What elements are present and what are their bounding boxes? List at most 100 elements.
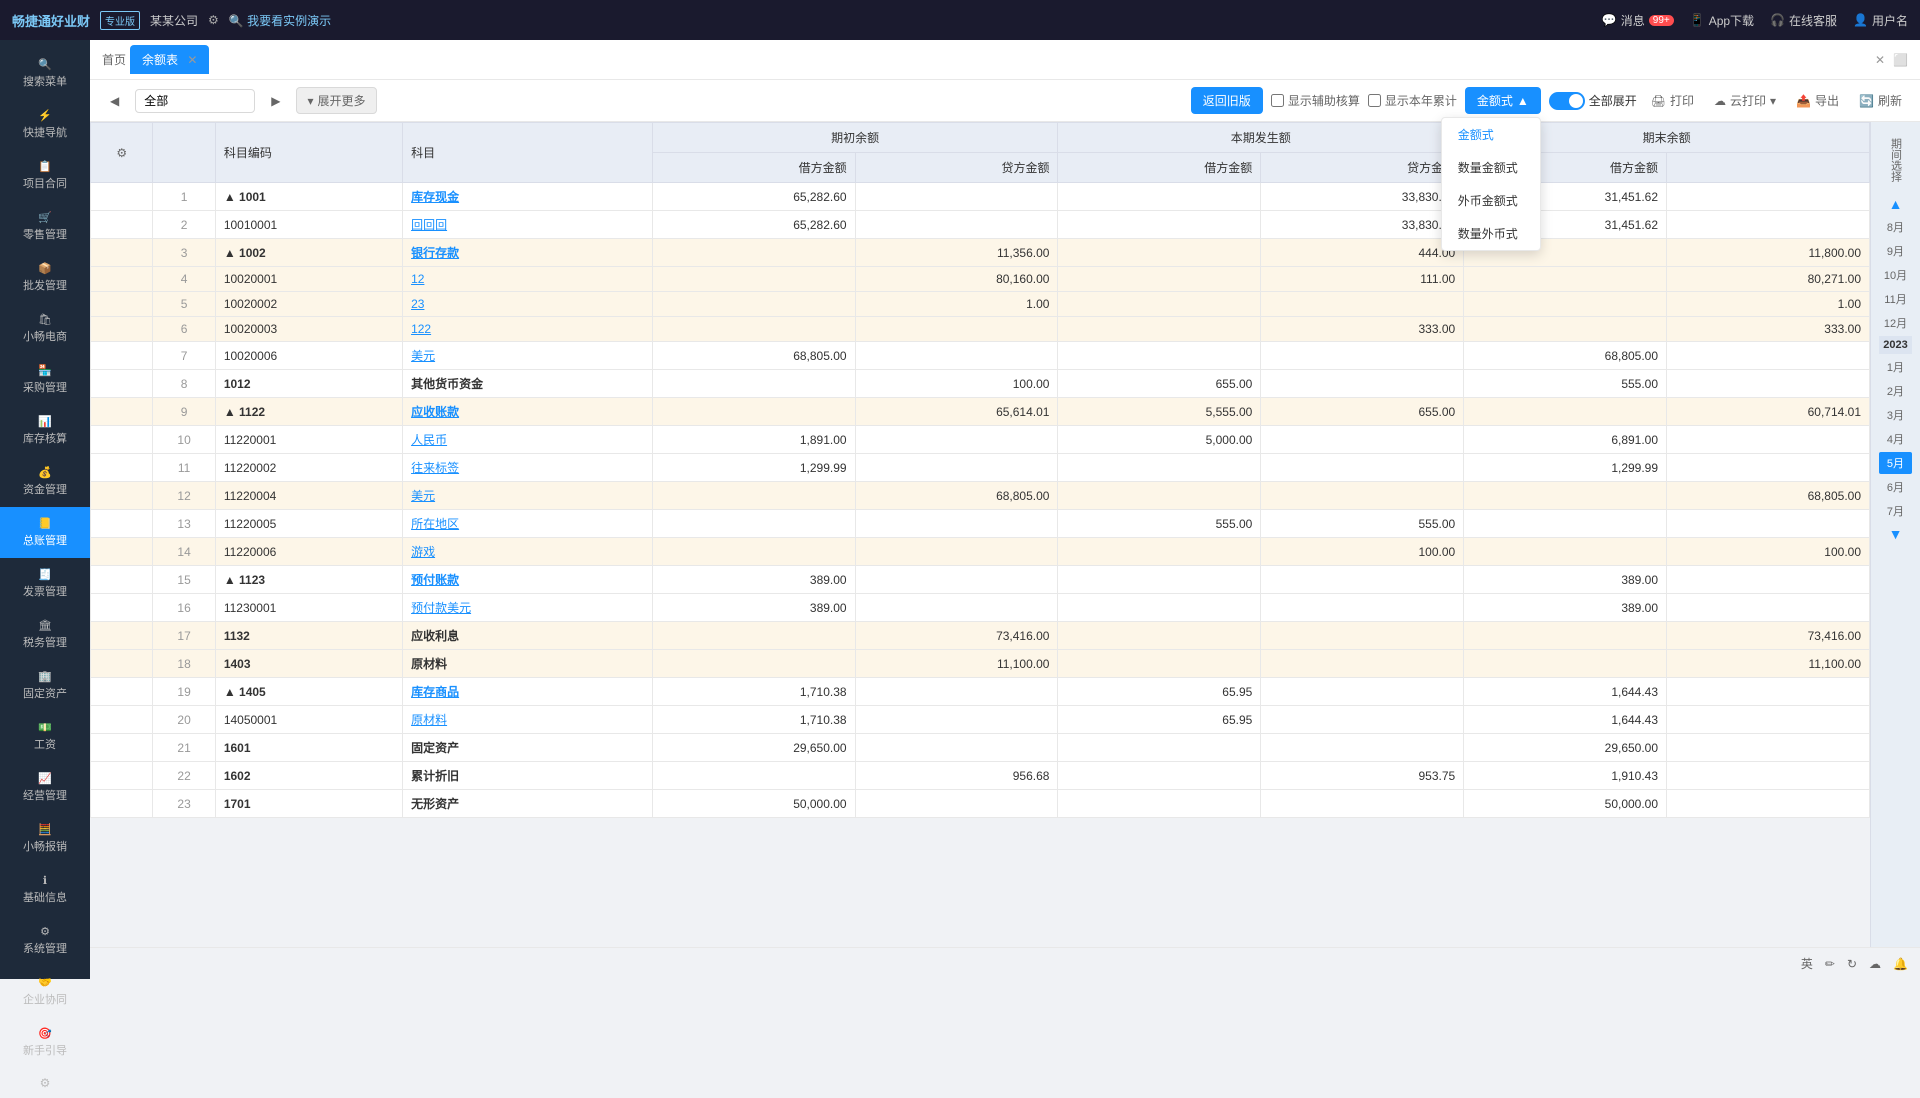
table-settings-icon[interactable]: ⚙ <box>116 146 127 160</box>
row-num-cell: 17 <box>153 622 215 650</box>
user-avatar[interactable]: 👤 用户名 <box>1853 12 1908 29</box>
sidebar-item-mgmt[interactable]: 📈 经营管理 <box>0 762 90 813</box>
sidebar-item-quicknav[interactable]: ⚡ 快捷导航 <box>0 99 90 150</box>
month-2[interactable]: 2月 <box>1879 380 1911 402</box>
row-open-debit <box>652 267 855 292</box>
sidebar-item-expense[interactable]: 🧮 小畅报销 <box>0 813 90 864</box>
nav-prev-btn[interactable]: ◀ <box>102 90 127 112</box>
sidebar-item-tax[interactable]: 🏛 税务管理 <box>0 609 90 660</box>
search-input[interactable] <box>135 89 255 113</box>
month-5[interactable]: 5月 <box>1879 452 1911 474</box>
row-name-cell[interactable]: 库存商品 <box>403 678 653 706</box>
row-open-credit: 1.00 <box>855 292 1058 317</box>
tab-home[interactable]: 首页 <box>102 51 126 68</box>
sidebar-item-finance[interactable]: 💰 资金管理 <box>0 456 90 507</box>
sidebar-item-retail[interactable]: 🛒 零售管理 <box>0 201 90 252</box>
mode-option-amount[interactable]: 金额式 <box>1442 118 1540 151</box>
demo-link[interactable]: 🔍 我要看实例演示 <box>229 12 331 29</box>
sidebar-item-collab[interactable]: 🤝 企业协同 <box>0 966 90 1017</box>
basic-icon: ℹ <box>43 874 47 887</box>
mode-option-qty-foreign[interactable]: 数量外币式 <box>1442 217 1540 250</box>
expand-all-toggle[interactable]: 全部展开 <box>1549 92 1637 110</box>
sidebar-item-payroll[interactable]: 💵 工资 <box>0 711 90 762</box>
month-3[interactable]: 3月 <box>1879 404 1911 426</box>
row-settings-cell <box>91 510 153 538</box>
export-btn[interactable]: 📤 导出 <box>1790 88 1845 113</box>
nav-next-btn[interactable]: ▶ <box>263 90 288 112</box>
row-name-cell: 原材料 <box>403 706 653 734</box>
row-end-credit <box>1667 594 1870 622</box>
sidebar-item-invoice[interactable]: 🧾 发票管理 <box>0 558 90 609</box>
back-old-btn[interactable]: 返回旧版 <box>1191 87 1263 114</box>
row-name-cell[interactable]: 预付账款 <box>403 566 653 594</box>
sidebar-item-project[interactable]: 📋 项目合同 <box>0 150 90 201</box>
row-cur-credit: 555.00 <box>1261 510 1464 538</box>
show-auxiliary-checkbox[interactable]: 显示辅助核算 <box>1271 92 1360 109</box>
row-cur-debit <box>1058 790 1261 818</box>
sidebar-item-system[interactable]: ⚙ 系统管理 <box>0 915 90 966</box>
tab-balance[interactable]: 余额表 ✕ <box>130 45 209 74</box>
row-open-credit: 80,160.00 <box>855 267 1058 292</box>
edit-icon-btn[interactable]: ✏ <box>1825 957 1835 971</box>
month-8[interactable]: 8月 <box>1879 216 1911 238</box>
month-4[interactable]: 4月 <box>1879 428 1911 450</box>
mode-btn[interactable]: 金额式 ▲ <box>1465 87 1541 114</box>
tab-close-btn[interactable]: ✕ <box>187 53 197 67</box>
month-6[interactable]: 6月 <box>1879 476 1911 498</box>
row-open-debit <box>652 762 855 790</box>
row-end-credit: 333.00 <box>1667 317 1870 342</box>
sidebar-item-purchase[interactable]: 🏪 采购管理 <box>0 354 90 405</box>
toolbar: ◀ ▶ ▾ 展开更多 返回旧版 显示辅助核算 显示本年累计 <box>90 80 1920 122</box>
cloud-btn[interactable]: ☁ <box>1869 957 1881 971</box>
show-year-total-checkbox[interactable]: 显示本年累计 <box>1368 92 1457 109</box>
guide-icon: 🎯 <box>38 1027 52 1040</box>
row-name-cell[interactable]: 库存现金 <box>403 183 653 211</box>
row-open-credit <box>855 678 1058 706</box>
month-9[interactable]: 9月 <box>1879 240 1911 262</box>
sidebar-item-guide[interactable]: 🎯 新手引导 <box>0 1017 90 1068</box>
next-period-btn[interactable]: ▼ <box>1887 524 1905 544</box>
sidebar-item-search[interactable]: 🔍 搜索菜单 <box>0 48 90 99</box>
prev-period-btn[interactable]: ▲ <box>1887 194 1905 214</box>
row-code-cell: ▲ 1002 <box>215 239 402 267</box>
tab-minimize-icon[interactable]: ✕ <box>1875 53 1885 67</box>
row-name-cell[interactable]: 应收账款 <box>403 398 653 426</box>
refresh-btn[interactable]: 🔄 刷新 <box>1853 88 1908 113</box>
sidebar-item-inventory[interactable]: 📊 库存核算 <box>0 405 90 456</box>
col-num-header <box>153 123 215 183</box>
month-10[interactable]: 10月 <box>1879 264 1911 286</box>
service-icon: 🎧 <box>1770 13 1785 27</box>
row-settings-cell <box>91 678 153 706</box>
sidebar-item-ledger[interactable]: 📒 总账管理 <box>0 507 90 558</box>
sidebar-item-basic[interactable]: ℹ 基础信息 <box>0 864 90 915</box>
tab-expand-icon[interactable]: ⬜ <box>1893 53 1908 67</box>
month-11[interactable]: 11月 <box>1879 288 1911 310</box>
online-service-btn[interactable]: 🎧 在线客服 <box>1770 12 1837 29</box>
sync-btn[interactable]: ↻ <box>1847 957 1857 971</box>
month-1[interactable]: 1月 <box>1879 356 1911 378</box>
sidebar-item-assets[interactable]: 🏢 固定资产 <box>0 660 90 711</box>
sidebar-item-ecommerce[interactable]: 🛍 小畅电商 <box>0 303 90 354</box>
cloud-print-btn[interactable]: ☁ 云打印 ▾ <box>1708 88 1782 113</box>
row-end-credit: 11,100.00 <box>1667 650 1870 678</box>
app-download-btn[interactable]: 📱 App下载 <box>1690 12 1754 29</box>
month-7[interactable]: 7月 <box>1879 500 1911 522</box>
print-btn[interactable]: 🖨 打印 <box>1645 88 1700 113</box>
row-name-cell[interactable]: 银行存款 <box>403 239 653 267</box>
row-settings-cell <box>91 370 153 398</box>
notify-btn[interactable]: 🔔 <box>1893 957 1908 971</box>
expand-more-btn[interactable]: ▾ 展开更多 <box>296 87 376 114</box>
sidebar-item-wholesale[interactable]: 📦 批发管理 <box>0 252 90 303</box>
sidebar-settings[interactable]: ⚙ <box>0 1068 90 1098</box>
messages-btn[interactable]: 💬 消息 99+ <box>1602 12 1674 29</box>
toggle-switch[interactable] <box>1549 92 1585 110</box>
settings-icon[interactable]: ⚙ <box>208 13 219 27</box>
lang-btn[interactable]: 英 <box>1801 955 1813 972</box>
mode-option-foreign-amount[interactable]: 外币金额式 <box>1442 184 1540 217</box>
row-end-credit: 73,416.00 <box>1667 622 1870 650</box>
mode-option-qty-amount[interactable]: 数量金额式 <box>1442 151 1540 184</box>
month-12[interactable]: 12月 <box>1879 312 1911 334</box>
row-open-credit: 956.68 <box>855 762 1058 790</box>
row-end-credit: 11,800.00 <box>1667 239 1870 267</box>
row-end-credit <box>1667 454 1870 482</box>
